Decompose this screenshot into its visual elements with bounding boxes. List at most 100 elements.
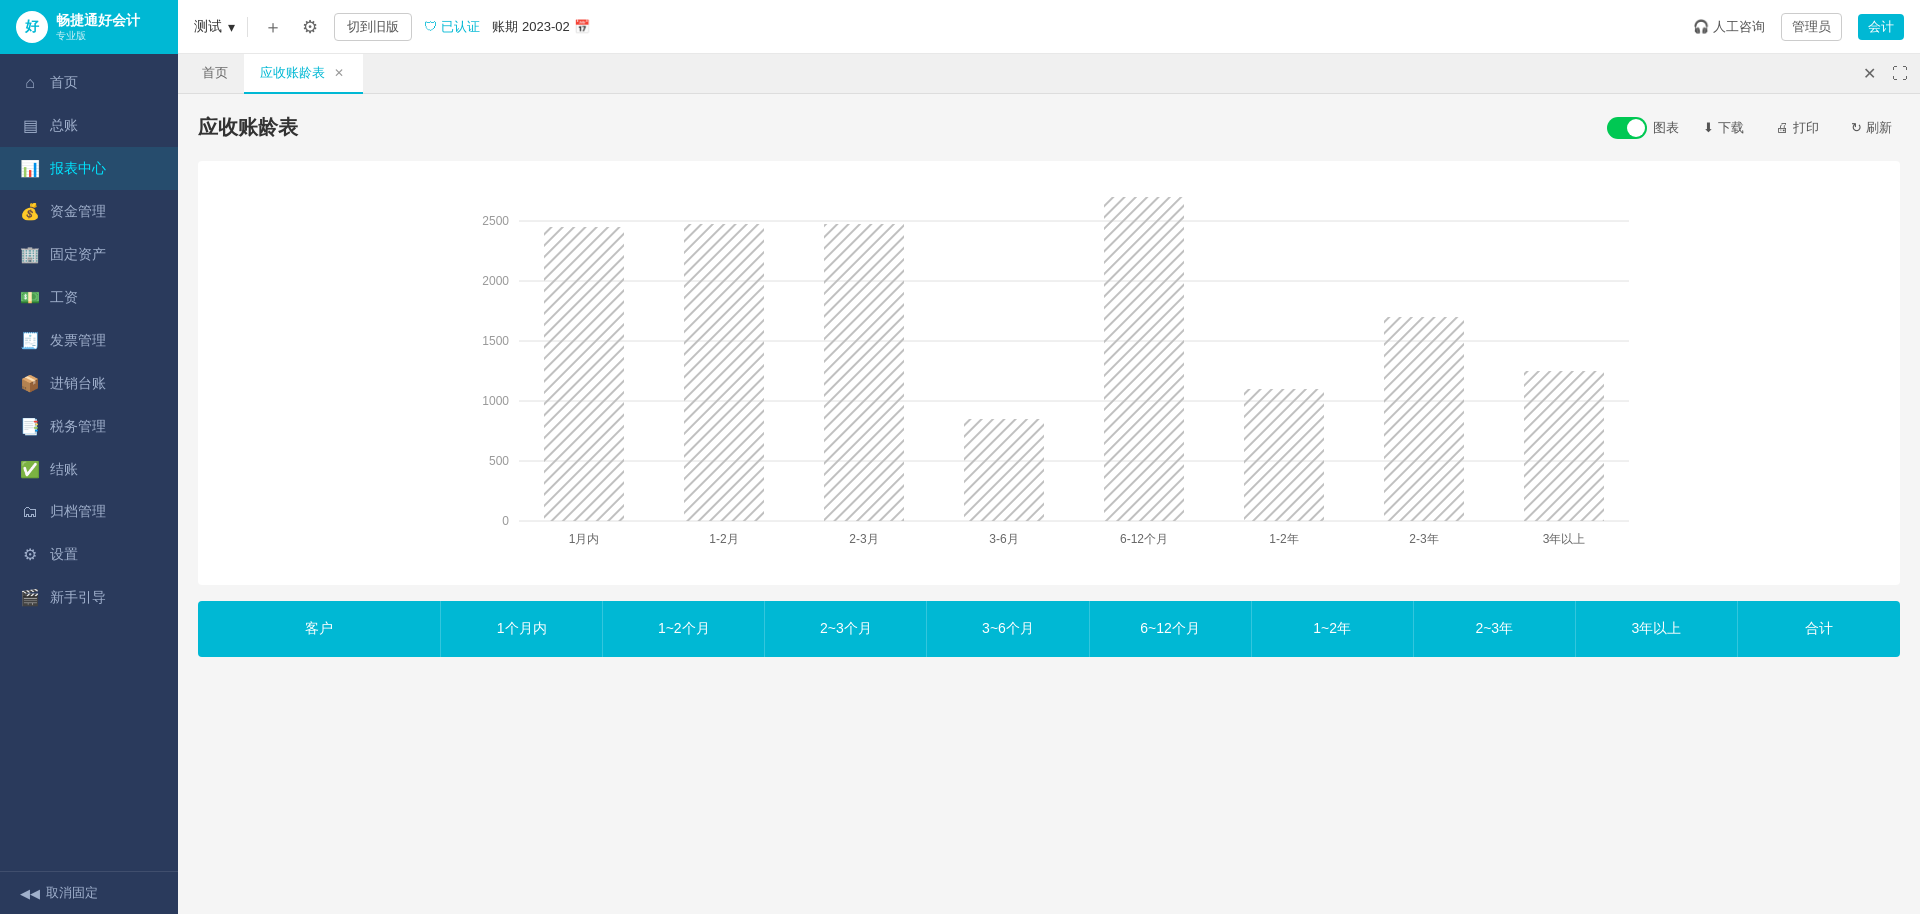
sidebar-item-capital[interactable]: 💰 资金管理 — [0, 190, 178, 233]
sales-icon: 📦 — [20, 374, 40, 393]
col-header-total: 合计 — [1738, 601, 1900, 657]
sidebar-item-settle[interactable]: ✅ 结账 — [0, 448, 178, 491]
tab-aging-label: 应收账龄表 — [260, 64, 325, 82]
col-header-1-2y: 1~2年 — [1252, 601, 1414, 657]
sidebar: 好 畅捷通好会计 专业版 ⌂ 首页 ▤ 总账 📊 报表中心 💰 资金管理 🏢 固… — [0, 0, 178, 914]
tabs-bar-right: ✕ ⛶ — [1859, 60, 1912, 87]
salary-icon: 💵 — [20, 288, 40, 307]
app-logo-icon: 好 — [16, 11, 48, 43]
guide-icon: 🎬 — [20, 588, 40, 607]
sidebar-item-home[interactable]: ⌂ 首页 — [0, 62, 178, 104]
svg-text:2000: 2000 — [482, 274, 509, 288]
header-divider-1 — [247, 17, 248, 37]
capital-icon: 💰 — [20, 202, 40, 221]
print-icon: 🖨 — [1776, 120, 1789, 135]
tab-home[interactable]: 首页 — [186, 54, 244, 94]
table-header: 客户 1个月内 1~2个月 2~3个月 3~6个月 6~12个月 1~2年 2~… — [198, 601, 1900, 657]
sidebar-label-home: 首页 — [50, 74, 78, 92]
tab-aging-close[interactable]: ✕ — [331, 65, 347, 81]
tabs-bar: 首页 应收账龄表 ✕ ✕ ⛶ — [178, 54, 1920, 94]
page-title: 应收账龄表 — [198, 114, 298, 141]
bar-chart: 0 500 1000 1500 2000 2500 1月内 — [218, 181, 1880, 561]
bar-6-12月 — [1104, 197, 1184, 521]
svg-text:3-6月: 3-6月 — [989, 532, 1018, 546]
archive-icon: 🗂 — [20, 503, 40, 521]
ledger-icon: ▤ — [20, 116, 40, 135]
col-header-customer: 客户 — [198, 601, 441, 657]
sidebar-label-salary: 工资 — [50, 289, 78, 307]
consult-button[interactable]: 🎧 人工咨询 — [1693, 18, 1765, 36]
assets-icon: 🏢 — [20, 245, 40, 264]
user-button[interactable]: 管理员 — [1781, 13, 1842, 41]
sidebar-item-tax[interactable]: 📑 税务管理 — [0, 405, 178, 448]
sidebar-item-guide[interactable]: 🎬 新手引导 — [0, 576, 178, 619]
bar-1-2月 — [684, 224, 764, 521]
role-button[interactable]: 会计 — [1858, 14, 1904, 40]
project-selector[interactable]: 测试 ▾ — [194, 18, 235, 36]
sidebar-label-tax: 税务管理 — [50, 418, 106, 436]
bar-2-3年 — [1384, 317, 1464, 521]
svg-text:2-3年: 2-3年 — [1409, 532, 1438, 546]
sidebar-item-invoice[interactable]: 🧾 发票管理 — [0, 319, 178, 362]
cancel-fixed-btn[interactable]: ◀◀ 取消固定 — [0, 871, 178, 914]
col-header-2-3m: 2~3个月 — [765, 601, 927, 657]
svg-text:1月内: 1月内 — [569, 532, 600, 546]
download-button[interactable]: ⬇ 下载 — [1695, 115, 1752, 141]
sidebar-label-reports: 报表中心 — [50, 160, 106, 178]
col-header-1m: 1个月内 — [441, 601, 603, 657]
add-button[interactable]: ＋ — [260, 11, 286, 43]
app-edition: 专业版 — [56, 29, 140, 43]
svg-text:3年以上: 3年以上 — [1543, 532, 1586, 546]
top-header: 测试 ▾ ＋ ⚙ 切到旧版 🛡 已认证 账期 2023-02 📅 🎧 人工咨询 … — [178, 0, 1920, 54]
chart-toggle-label: 图表 — [1653, 119, 1679, 137]
tab-home-label: 首页 — [202, 64, 228, 82]
period-display: 账期 2023-02 📅 — [492, 18, 590, 36]
sidebar-label-assets: 固定资产 — [50, 246, 106, 264]
certified-text: 已认证 — [441, 18, 480, 36]
svg-text:500: 500 — [489, 454, 509, 468]
bar-1-2年 — [1244, 389, 1324, 521]
col-header-1-2m: 1~2个月 — [603, 601, 765, 657]
sidebar-item-settings[interactable]: ⚙ 设置 — [0, 533, 178, 576]
bar-3-6月 — [964, 419, 1044, 521]
download-icon: ⬇ — [1703, 120, 1714, 135]
calendar-icon: 📅 — [574, 19, 590, 34]
sidebar-item-archive[interactable]: 🗂 归档管理 — [0, 491, 178, 533]
close-tab-button[interactable]: ✕ — [1859, 60, 1880, 87]
chart-toggle[interactable] — [1607, 117, 1647, 139]
sidebar-item-salary[interactable]: 💵 工资 — [0, 276, 178, 319]
certified-badge: 🛡 已认证 — [424, 18, 480, 36]
page-actions: 图表 ⬇ 下载 🖨 打印 ↻ 刷新 — [1607, 115, 1900, 141]
unpin-icon: ◀◀ — [20, 886, 40, 901]
svg-text:2-3月: 2-3月 — [849, 532, 878, 546]
settings-gear-button[interactable]: ⚙ — [298, 12, 322, 42]
sidebar-label-sales: 进销台账 — [50, 375, 106, 393]
svg-text:6-12个月: 6-12个月 — [1120, 532, 1168, 546]
headset-icon: 🎧 — [1693, 19, 1709, 34]
table-container: 客户 1个月内 1~2个月 2~3个月 3~6个月 6~12个月 1~2年 2~… — [198, 601, 1900, 657]
refresh-label: 刷新 — [1866, 119, 1892, 137]
tab-aging[interactable]: 应收账龄表 ✕ — [244, 54, 363, 94]
switch-version-button[interactable]: 切到旧版 — [334, 13, 412, 41]
header-right: 🎧 人工咨询 管理员 会计 — [1693, 13, 1904, 41]
chart-container: 0 500 1000 1500 2000 2500 1月内 — [198, 161, 1900, 585]
sidebar-item-sales[interactable]: 📦 进销台账 — [0, 362, 178, 405]
sidebar-item-reports[interactable]: 📊 报表中心 — [0, 147, 178, 190]
col-header-3-6m: 3~6个月 — [927, 601, 1089, 657]
sidebar-item-assets[interactable]: 🏢 固定资产 — [0, 233, 178, 276]
expand-tab-button[interactable]: ⛶ — [1888, 61, 1912, 87]
svg-text:1-2月: 1-2月 — [709, 532, 738, 546]
svg-text:1-2年: 1-2年 — [1269, 532, 1298, 546]
period-value: 2023-02 — [522, 19, 570, 34]
sidebar-label-archive: 归档管理 — [50, 503, 106, 521]
col-header-3y: 3年以上 — [1576, 601, 1738, 657]
sidebar-logo: 好 畅捷通好会计 专业版 — [0, 0, 178, 54]
print-button[interactable]: 🖨 打印 — [1768, 115, 1827, 141]
sidebar-label-capital: 资金管理 — [50, 203, 106, 221]
refresh-button[interactable]: ↻ 刷新 — [1843, 115, 1900, 141]
svg-text:1500: 1500 — [482, 334, 509, 348]
consult-label: 人工咨询 — [1713, 18, 1765, 36]
settings-icon: ⚙ — [20, 545, 40, 564]
page-container: 应收账龄表 图表 ⬇ 下载 🖨 打印 ↻ — [178, 94, 1920, 914]
sidebar-item-ledger[interactable]: ▤ 总账 — [0, 104, 178, 147]
